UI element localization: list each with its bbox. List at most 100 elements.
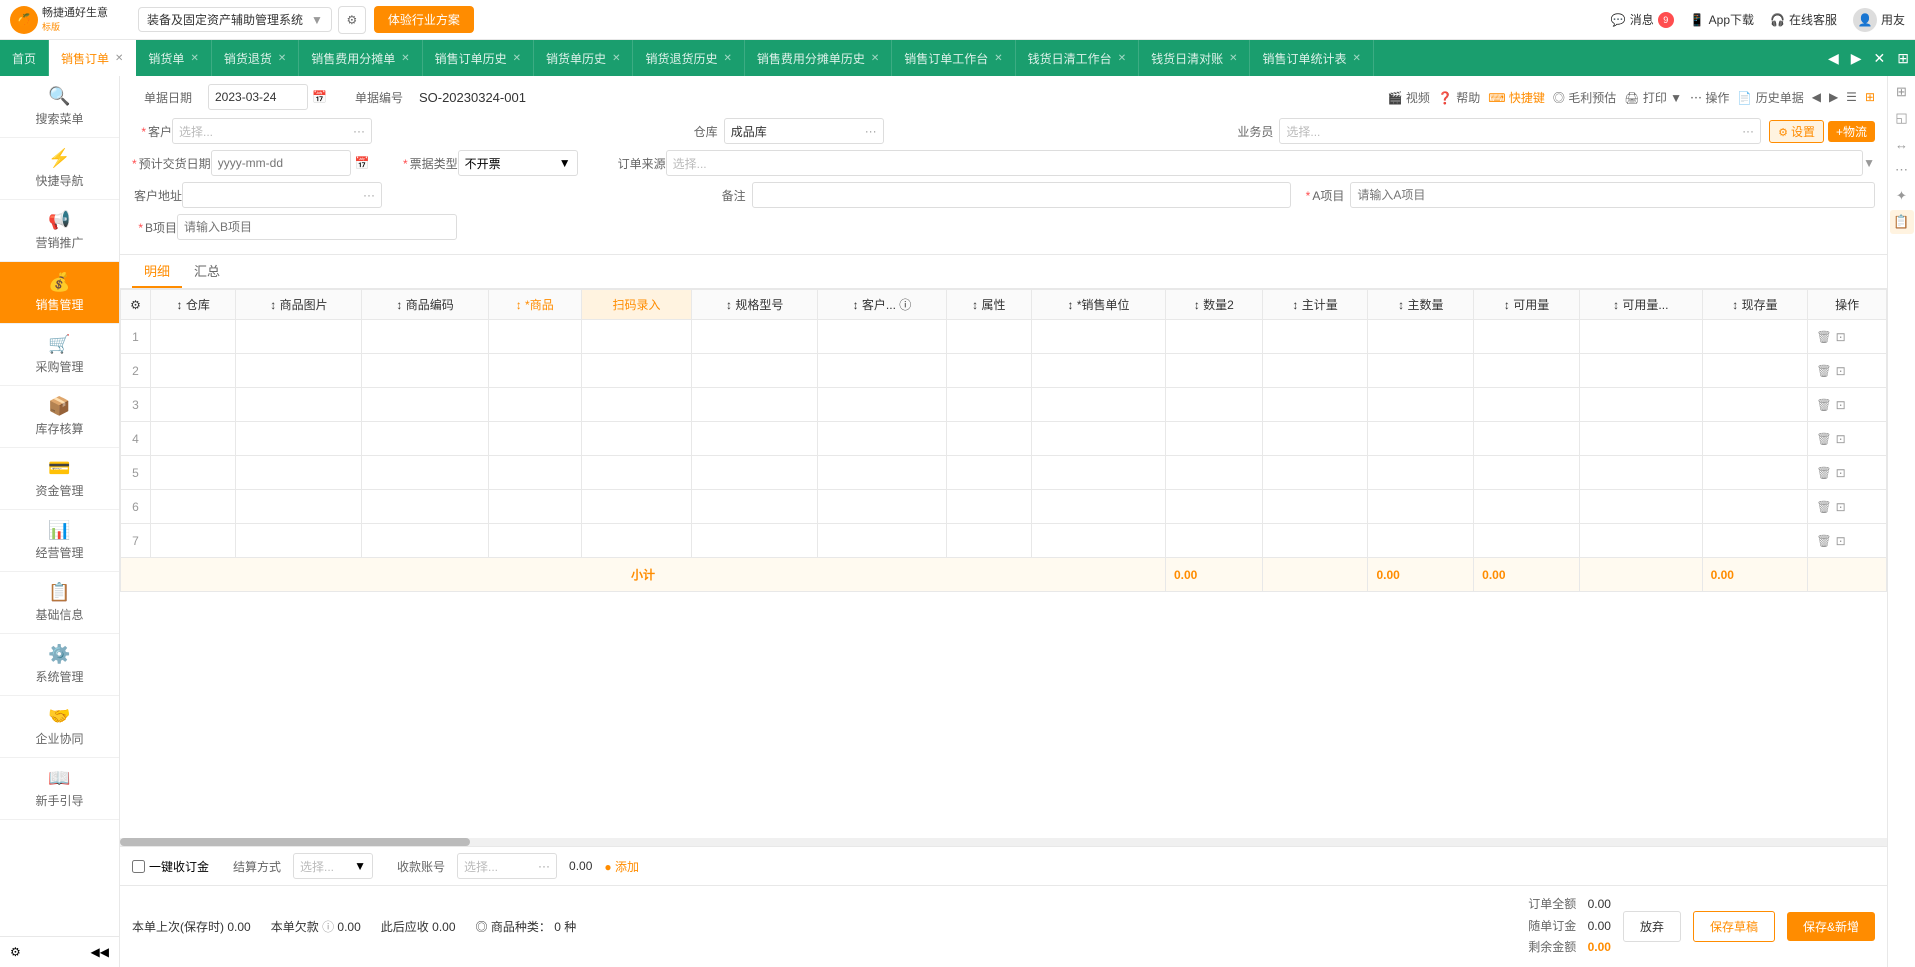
cell-main-qty[interactable] xyxy=(1368,320,1474,354)
shortcut-btn[interactable]: ⌨ 快捷键 xyxy=(1488,89,1545,106)
scrollbar-thumb[interactable] xyxy=(120,838,470,846)
copy-icon[interactable]: ⊡ xyxy=(1836,432,1846,446)
tab-order-history[interactable]: 销售订单历史 ✕ xyxy=(423,40,534,76)
list-view-icon[interactable]: ☰ xyxy=(1846,90,1857,104)
tab-sales-goods[interactable]: 销货单 ✕ xyxy=(136,40,211,76)
sidebar-collapse-icon[interactable]: ◀◀ xyxy=(91,945,109,959)
delete-icon[interactable]: 🗑 xyxy=(1816,364,1831,378)
cell-stock[interactable] xyxy=(1702,320,1808,354)
tab-detail[interactable]: 明细 xyxy=(132,255,182,288)
sidebar-item-inventory[interactable]: 📦 库存核算 xyxy=(0,386,119,448)
add-logistics-button[interactable]: +物流 xyxy=(1828,121,1875,142)
industry-button[interactable]: 体验行业方案 xyxy=(374,6,474,33)
copy-icon[interactable]: ⊡ xyxy=(1836,364,1846,378)
close-icon[interactable]: ✕ xyxy=(1353,53,1361,64)
order-source-input[interactable]: 选择... xyxy=(666,150,1863,176)
col-attr[interactable]: ↕ 属性 xyxy=(946,290,1031,320)
close-icon[interactable]: ✕ xyxy=(401,53,409,64)
cell-product[interactable] xyxy=(488,320,581,354)
system-selector[interactable]: 装备及固定资产辅助管理系统 ▼ xyxy=(138,7,332,32)
sidebar-settings-icon[interactable]: ⚙ xyxy=(10,945,21,959)
save-draft-button[interactable]: 保存草稿 xyxy=(1693,911,1775,942)
remark-input[interactable] xyxy=(752,182,1292,208)
save-new-button[interactable]: 保存&新增 xyxy=(1787,912,1875,941)
tab-sales-order[interactable]: 销售订单 ✕ xyxy=(49,40,136,76)
delete-icon[interactable]: 🗑 xyxy=(1816,432,1831,446)
close-icon[interactable]: ✕ xyxy=(994,53,1002,64)
tab-summary[interactable]: 汇总 xyxy=(182,255,232,288)
sidebar-item-system[interactable]: ⚙️ 系统管理 xyxy=(0,634,119,696)
tab-close-all-button[interactable]: ✕ xyxy=(1868,50,1892,67)
delete-icon[interactable]: 🗑 xyxy=(1816,534,1831,548)
user-area[interactable]: 👤 用友 xyxy=(1853,8,1905,32)
tab-return-history[interactable]: 销货退货历史 ✕ xyxy=(633,40,744,76)
close-icon[interactable]: ✕ xyxy=(871,53,879,64)
right-panel-btn-5[interactable]: ✦ xyxy=(1890,184,1914,208)
tab-home[interactable]: 首页 xyxy=(0,40,49,76)
cell-code[interactable] xyxy=(362,320,488,354)
nav-prev-icon[interactable]: ◀ xyxy=(1812,90,1821,104)
cell-scan[interactable] xyxy=(581,320,691,354)
sidebar-item-quicknav[interactable]: ⚡ 快捷导航 xyxy=(0,138,119,200)
tab-expense-history[interactable]: 销售费用分摊单历史 ✕ xyxy=(745,40,892,76)
cell-customer-code[interactable] xyxy=(818,320,946,354)
tab-next-button[interactable]: ▶ xyxy=(1845,50,1868,67)
right-panel-btn-4[interactable]: ⋯ xyxy=(1890,158,1914,182)
tab-cash-reconcile[interactable]: 钱货日清对账 ✕ xyxy=(1139,40,1250,76)
col-qty2[interactable]: ↕ 数量2 xyxy=(1166,290,1263,320)
account-input[interactable]: 选择... ··· xyxy=(457,853,557,879)
a-project-input[interactable] xyxy=(1350,182,1875,208)
col-warehouse[interactable]: ↕ 仓库 xyxy=(151,290,236,320)
settings-icon[interactable]: ⚙ xyxy=(338,6,366,34)
settings-button[interactable]: ⚙ 设置 xyxy=(1769,120,1824,143)
history-btn[interactable]: 📄 历史单据 xyxy=(1737,89,1803,106)
cell-avail2[interactable] xyxy=(1579,320,1702,354)
close-icon[interactable]: ✕ xyxy=(278,53,286,64)
col-customer-code[interactable]: ↕ 客户... ⓘ xyxy=(818,290,946,320)
calendar-icon[interactable]: 📅 xyxy=(312,90,327,104)
close-icon[interactable]: ✕ xyxy=(190,53,198,64)
sidebar-item-enterprise[interactable]: 🤝 企业协同 xyxy=(0,696,119,758)
help-btn[interactable]: ❓ 帮助 xyxy=(1438,89,1480,106)
tab-prev-button[interactable]: ◀ xyxy=(1822,50,1845,67)
address-input[interactable]: ··· xyxy=(182,182,382,208)
quick-pay-input[interactable] xyxy=(132,860,145,873)
delete-icon[interactable]: 🗑 xyxy=(1816,398,1831,412)
col-product[interactable]: ↕ *商品 xyxy=(488,290,581,320)
tab-expense-split[interactable]: 销售费用分摊单 ✕ xyxy=(299,40,422,76)
discard-button[interactable]: 放弃 xyxy=(1623,911,1681,942)
copy-icon[interactable]: ⊡ xyxy=(1836,330,1846,344)
sidebar-item-guide[interactable]: 📖 新手引导 xyxy=(0,758,119,820)
cell-attr[interactable] xyxy=(946,320,1031,354)
right-panel-btn-1[interactable]: ⊞ xyxy=(1890,80,1914,104)
copy-icon[interactable]: ⊡ xyxy=(1836,398,1846,412)
print-btn[interactable]: 🖨 打印 ▼ xyxy=(1624,89,1682,106)
cell-spec[interactable] xyxy=(692,320,818,354)
debt-info-icon[interactable]: ⓘ xyxy=(322,920,334,934)
staff-input[interactable]: 选择... ··· xyxy=(1279,118,1761,144)
delivery-input[interactable] xyxy=(211,150,351,176)
col-main-qty[interactable]: ↕ 主数量 xyxy=(1368,290,1474,320)
copy-icon[interactable]: ⊡ xyxy=(1836,534,1846,548)
b-project-input[interactable] xyxy=(177,214,457,240)
tab-cash-workbench[interactable]: 钱货日清工作台 ✕ xyxy=(1016,40,1139,76)
col-main-unit[interactable]: ↕ 主计量 xyxy=(1262,290,1368,320)
sidebar-item-operation[interactable]: 📊 经营管理 xyxy=(0,510,119,572)
col-unit[interactable]: ↕ *销售单位 xyxy=(1031,290,1165,320)
sidebar-item-basic[interactable]: 📋 基础信息 xyxy=(0,572,119,634)
profit-btn[interactable]: ◎ 毛利预估 xyxy=(1553,89,1616,106)
tab-sales-return[interactable]: 销货退货 ✕ xyxy=(212,40,299,76)
date-input[interactable] xyxy=(208,84,308,110)
sidebar-item-sales[interactable]: 💰 销售管理 xyxy=(0,262,119,324)
calendar-icon[interactable]: 📅 xyxy=(355,156,370,170)
sidebar-item-marketing[interactable]: 📢 营销推广 xyxy=(0,200,119,262)
warehouse-input[interactable]: 成品库 ··· xyxy=(724,118,884,144)
cell-unit[interactable] xyxy=(1031,320,1165,354)
copy-icon[interactable]: ⊡ xyxy=(1836,500,1846,514)
sidebar-item-search[interactable]: 🔍 搜索菜单 xyxy=(0,76,119,138)
right-panel-btn-2[interactable]: ◱ xyxy=(1890,106,1914,130)
horizontal-scrollbar[interactable] xyxy=(120,838,1887,846)
invoice-select[interactable]: 不开票 ▼ xyxy=(458,150,578,176)
online-service-button[interactable]: 🎧 在线客服 xyxy=(1770,11,1837,28)
close-icon[interactable]: ✕ xyxy=(612,53,620,64)
